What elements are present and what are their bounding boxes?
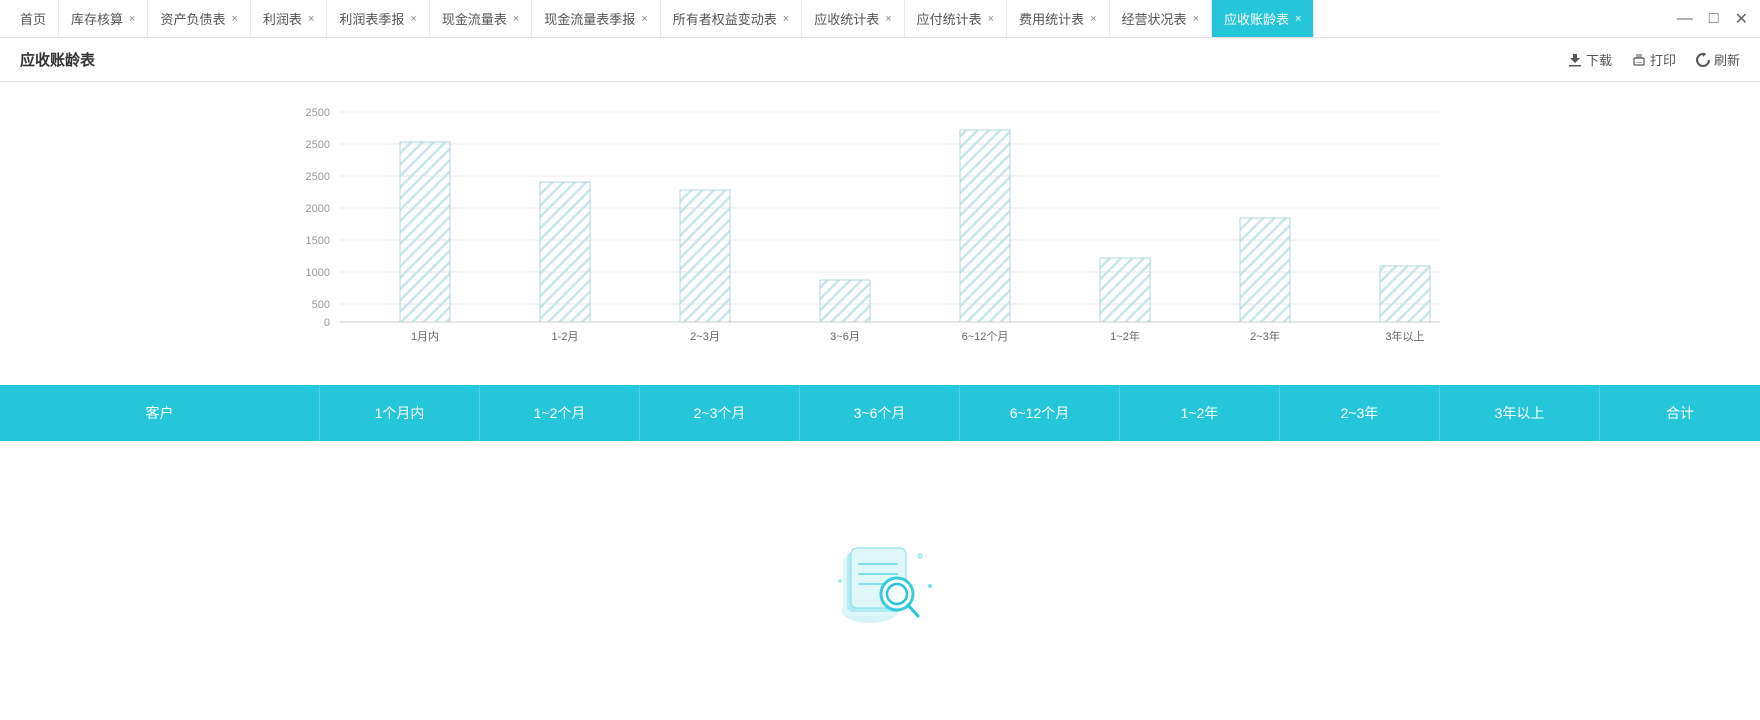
- col-header-1-2y: 1~2年: [1120, 385, 1280, 441]
- tab-cashflow[interactable]: 现金流量表 ×: [430, 0, 532, 38]
- svg-text:2~3年: 2~3年: [1250, 329, 1280, 343]
- col-header-3-6m: 3~6个月: [800, 385, 960, 441]
- svg-text:1月内: 1月内: [411, 329, 439, 343]
- tab-ar-aging[interactable]: 应收账龄表 ×: [1212, 0, 1314, 38]
- col-header-2-3m: 2~3个月: [640, 385, 800, 441]
- tab-equity[interactable]: 所有者权益变动表 ×: [661, 0, 802, 38]
- svg-text:500: 500: [312, 299, 330, 311]
- tab-home[interactable]: 首页: [8, 0, 59, 38]
- tab-profit-quarter[interactable]: 利润表季报 ×: [327, 0, 429, 38]
- tab-inventory[interactable]: 库存核算 ×: [59, 0, 148, 38]
- svg-text:2500: 2500: [306, 107, 330, 119]
- svg-text:0: 0: [324, 317, 330, 329]
- svg-text:2~3月: 2~3月: [690, 331, 720, 343]
- svg-text:6~12个月: 6~12个月: [962, 330, 1009, 343]
- tab-close-ar-aging[interactable]: ×: [1295, 13, 1301, 25]
- svg-text:3年以上: 3年以上: [1385, 329, 1424, 343]
- chart-area: 2500 2500 2500 2000 1500 1000 500 0: [0, 82, 1760, 385]
- col-header-total: 合计: [1600, 385, 1760, 441]
- tab-close-ap-stat[interactable]: ×: [988, 13, 994, 25]
- page-title: 应收账龄表: [20, 49, 95, 70]
- svg-text:1500: 1500: [306, 235, 330, 247]
- empty-state-icon: [825, 526, 935, 636]
- svg-text:2500: 2500: [306, 171, 330, 183]
- tab-operation[interactable]: 经营状况表 ×: [1110, 0, 1212, 38]
- tab-balance[interactable]: 资产负债表 ×: [148, 0, 250, 38]
- svg-text:3~6月: 3~6月: [830, 331, 860, 343]
- minimize-button[interactable]: —: [1673, 10, 1697, 28]
- tab-close-operation[interactable]: ×: [1193, 13, 1199, 25]
- tab-close-cashflow-quarter[interactable]: ×: [641, 13, 647, 25]
- tab-ar-stat[interactable]: 应收统计表 ×: [802, 0, 904, 38]
- tab-expense-stat[interactable]: 费用统计表 ×: [1007, 0, 1109, 38]
- svg-text:1-2月: 1-2月: [552, 331, 579, 343]
- svg-text:1000: 1000: [306, 267, 330, 279]
- aging-chart: 2500 2500 2500 2000 1500 1000 500 0: [40, 102, 1720, 362]
- close-button[interactable]: ✕: [1731, 9, 1752, 29]
- tab-close-cashflow[interactable]: ×: [513, 13, 519, 25]
- tab-close-inventory[interactable]: ×: [129, 13, 135, 25]
- tab-close-ar-stat[interactable]: ×: [885, 13, 891, 25]
- main-content: 2500 2500 2500 2000 1500 1000 500 0: [0, 82, 1760, 720]
- tab-close-profit[interactable]: ×: [308, 13, 314, 25]
- col-header-3y-plus: 3年以上: [1440, 385, 1600, 441]
- tab-bar-actions: — □ ✕: [1673, 9, 1752, 29]
- col-header-6-12m: 6~12个月: [960, 385, 1120, 441]
- tab-close-profit-quarter[interactable]: ×: [410, 13, 416, 25]
- refresh-button[interactable]: 刷新: [1696, 50, 1740, 69]
- refresh-icon: [1696, 53, 1710, 67]
- tab-profit[interactable]: 利润表 ×: [251, 0, 327, 38]
- svg-text:2000: 2000: [306, 203, 330, 215]
- print-icon: [1632, 53, 1646, 67]
- col-header-1-2m: 1~2个月: [480, 385, 640, 441]
- col-header-customer: 客户: [0, 385, 320, 441]
- svg-text:1~2年: 1~2年: [1110, 329, 1140, 343]
- empty-state: [0, 441, 1760, 720]
- svg-text:2500: 2500: [306, 139, 330, 151]
- page-header: 应收账龄表 下载 打印 刷新: [0, 38, 1760, 82]
- col-header-2-3y: 2~3年: [1280, 385, 1440, 441]
- table-header: 客户 1个月内 1~2个月 2~3个月 3~6个月 6~12个月 1~2年 2~…: [0, 385, 1760, 441]
- tab-bar: 首页 库存核算 × 资产负债表 × 利润表 × 利润表季报 × 现金流量表 × …: [0, 0, 1760, 38]
- tab-cashflow-quarter[interactable]: 现金流量表季报 ×: [532, 0, 660, 38]
- page-actions: 下载 打印 刷新: [1568, 50, 1740, 69]
- tab-close-equity[interactable]: ×: [783, 13, 789, 25]
- col-header-1m: 1个月内: [320, 385, 480, 441]
- download-button[interactable]: 下载: [1568, 50, 1612, 69]
- tab-ap-stat[interactable]: 应付统计表 ×: [905, 0, 1007, 38]
- print-button[interactable]: 打印: [1632, 50, 1676, 69]
- maximize-button[interactable]: □: [1705, 10, 1723, 28]
- download-icon: [1568, 53, 1582, 67]
- tab-close-expense-stat[interactable]: ×: [1090, 13, 1096, 25]
- tab-close-balance[interactable]: ×: [231, 13, 237, 25]
